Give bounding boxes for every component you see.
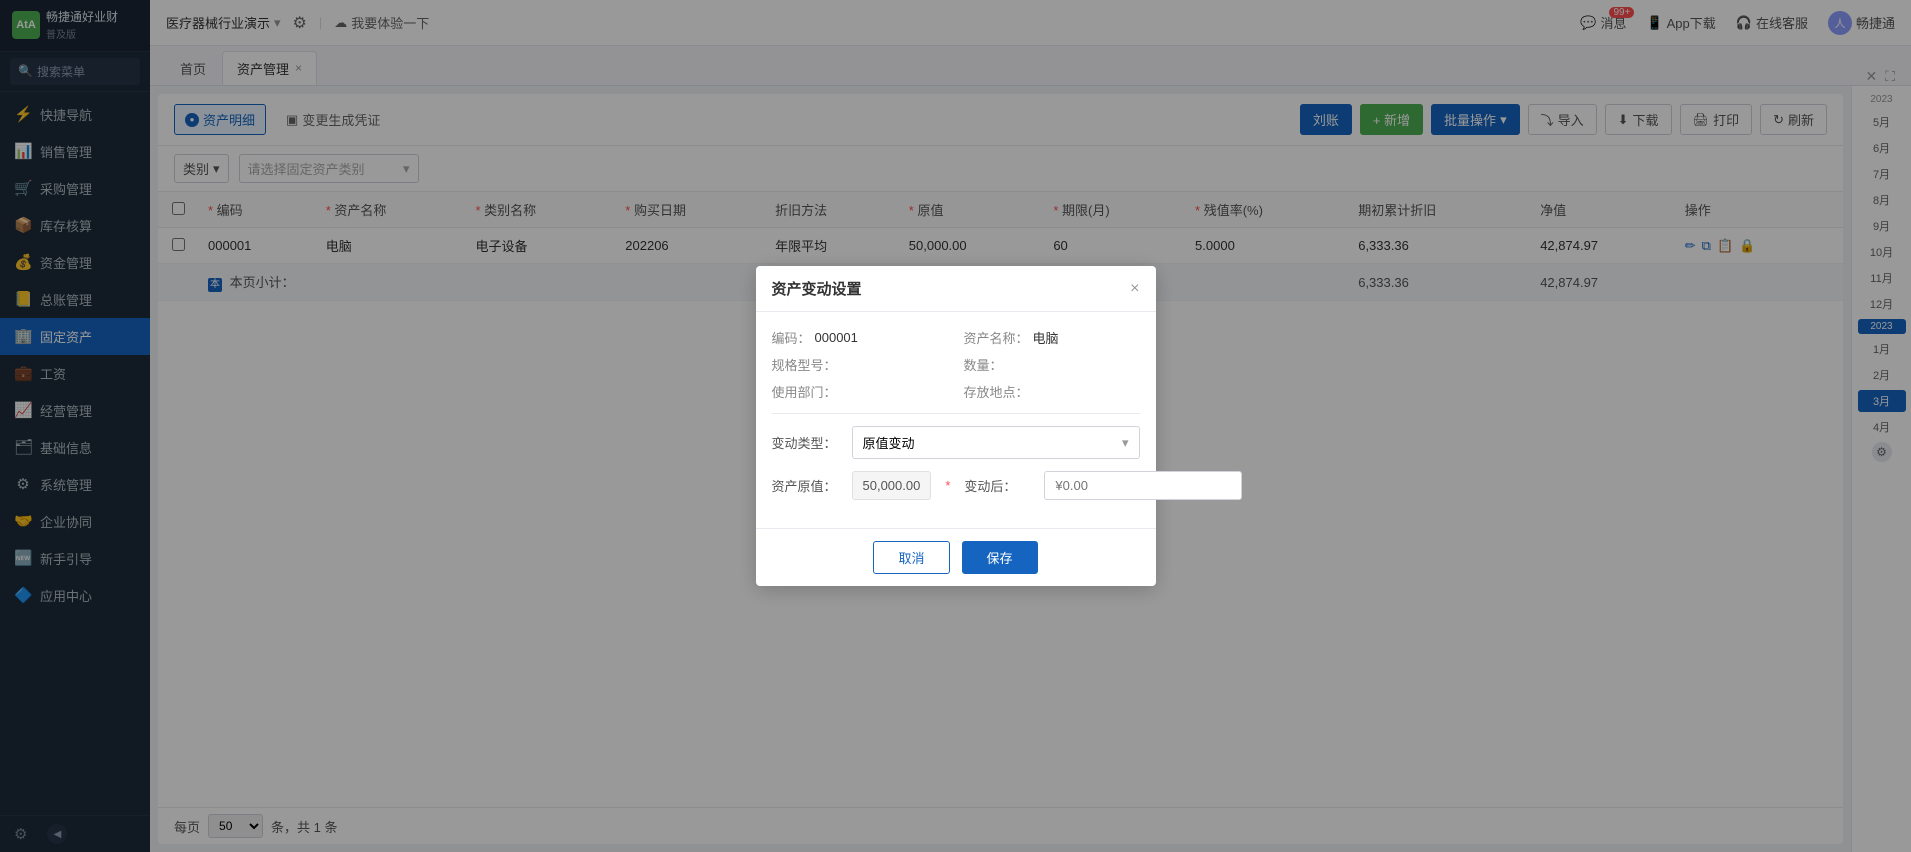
modal-location-field: 存放地点： [964,382,1140,401]
after-change-label: 变动后： [964,476,1034,495]
change-type-row: 变动类型： 原值变动 ▾ [772,426,1140,459]
required-star: * [945,478,950,493]
modal-title: 资产变动设置 [772,278,862,299]
modal-header: 资产变动设置 × [756,266,1156,312]
modal-info-grid: 编码： 000001 资产名称： 电脑 规格型号： 数量： 使用部门： [772,328,1140,414]
modal-code-value: 000001 [815,330,858,345]
modal-quantity-field: 数量： [964,355,1140,374]
modal-close-button[interactable]: × [1130,280,1139,298]
asset-value-row: 资产原值： 50,000.00 * 变动后： [772,471,1140,500]
asset-value-display: 50,000.00 [852,471,932,500]
modal-footer: 取消 保存 [756,528,1156,586]
modal-asset-name-value: 电脑 [1033,328,1059,347]
modal-asset-name-field: 资产名称： 电脑 [964,328,1140,347]
change-type-select[interactable]: 原值变动 ▾ [852,426,1140,459]
after-change-input[interactable] [1044,471,1242,500]
modal-code-field: 编码： 000001 [772,328,948,347]
modal-body: 编码： 000001 资产名称： 电脑 规格型号： 数量： 使用部门： [756,312,1156,528]
asset-change-modal: 资产变动设置 × 编码： 000001 资产名称： 电脑 规格型号： 数 [756,266,1156,586]
modal-spec-field: 规格型号： [772,355,948,374]
modal-department-field: 使用部门： [772,382,948,401]
change-type-label: 变动类型： [772,433,842,452]
chevron-down-icon: ▾ [1122,435,1129,451]
asset-value-label: 资产原值： [772,476,842,495]
save-button[interactable]: 保存 [962,541,1038,574]
modal-overlay: 资产变动设置 × 编码： 000001 资产名称： 电脑 规格型号： 数 [0,0,1911,852]
cancel-button[interactable]: 取消 [873,541,949,574]
